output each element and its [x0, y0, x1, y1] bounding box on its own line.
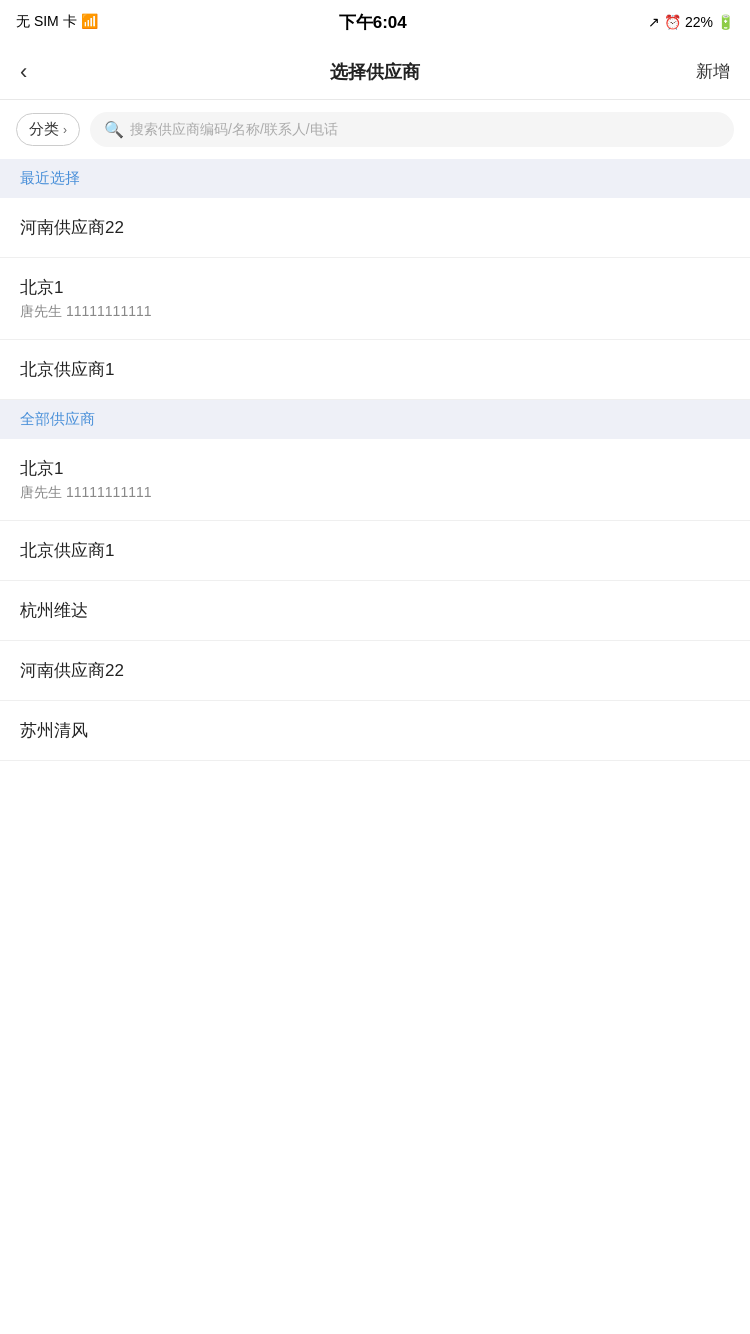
page-title: 选择供应商	[330, 60, 420, 84]
recent-section-label: 最近选择	[20, 169, 80, 186]
chevron-right-icon: ›	[63, 123, 67, 137]
list-item[interactable]: 河南供应商22	[0, 641, 750, 701]
item-name: 北京1	[20, 276, 730, 299]
alarm-icon: ⏰	[664, 14, 681, 30]
list-item[interactable]: 北京1 唐先生 11111111111	[0, 439, 750, 521]
status-bar: 无 SIM 卡 📶 下午6:04 ↗ ⏰ 22% 🔋	[0, 0, 750, 44]
list-item[interactable]: 苏州清风	[0, 701, 750, 761]
status-right: ↗ ⏰ 22% 🔋	[648, 14, 734, 30]
recent-section-header: 最近选择	[0, 159, 750, 198]
item-name: 北京供应商1	[20, 539, 730, 562]
battery-text: 22%	[685, 14, 713, 30]
list-item[interactable]: 北京1 唐先生 11111111111	[0, 258, 750, 340]
search-input[interactable]: 搜索供应商编码/名称/联系人/电话	[130, 121, 720, 139]
item-name: 杭州维达	[20, 599, 730, 622]
item-sub: 唐先生 11111111111	[20, 303, 730, 321]
list-item[interactable]: 北京供应商1	[0, 340, 750, 400]
nav-bar: ‹ 选择供应商 新增	[0, 44, 750, 100]
list-item[interactable]: 杭州维达	[0, 581, 750, 641]
new-button[interactable]: 新增	[680, 60, 730, 83]
battery-icon: 🔋	[717, 14, 734, 30]
all-section-label: 全部供应商	[20, 410, 95, 427]
list-item[interactable]: 河南供应商22	[0, 198, 750, 258]
filter-bar: 分类 › 🔍 搜索供应商编码/名称/联系人/电话	[0, 100, 750, 159]
list-item[interactable]: 北京供应商1	[0, 521, 750, 581]
recent-items-list: 河南供应商22 北京1 唐先生 11111111111 北京供应商1	[0, 198, 750, 400]
search-icon: 🔍	[104, 120, 124, 139]
status-left: 无 SIM 卡 📶	[16, 13, 98, 31]
item-name: 河南供应商22	[20, 216, 730, 239]
item-name: 苏州清风	[20, 719, 730, 742]
category-filter-button[interactable]: 分类 ›	[16, 113, 80, 146]
item-sub: 唐先生 11111111111	[20, 484, 730, 502]
status-time: 下午6:04	[339, 11, 407, 34]
back-button[interactable]: ‹	[20, 59, 70, 85]
item-name: 北京供应商1	[20, 358, 730, 381]
all-section-header: 全部供应商	[0, 400, 750, 439]
location-icon: ↗	[648, 14, 660, 30]
item-name: 北京1	[20, 457, 730, 480]
item-name: 河南供应商22	[20, 659, 730, 682]
search-box[interactable]: 🔍 搜索供应商编码/名称/联系人/电话	[90, 112, 734, 147]
category-label: 分类	[29, 120, 59, 139]
all-items-list: 北京1 唐先生 11111111111 北京供应商1 杭州维达 河南供应商22 …	[0, 439, 750, 761]
